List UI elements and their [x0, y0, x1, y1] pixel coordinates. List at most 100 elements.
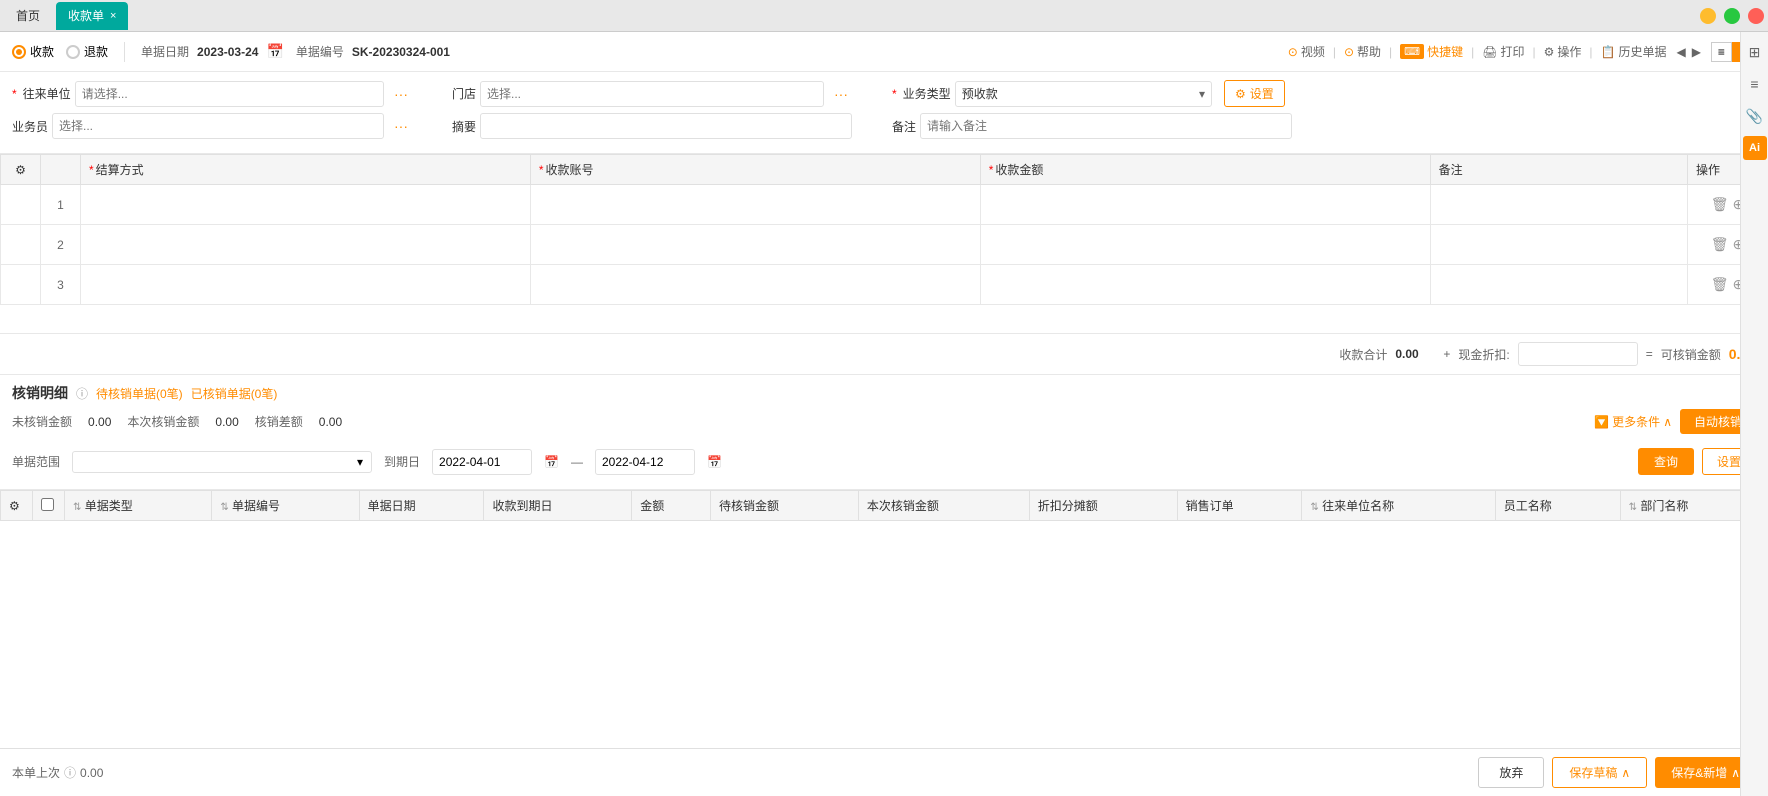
bt-col-duedate: 收款到期日	[484, 491, 632, 521]
sidebar-clip-icon[interactable]: 📎	[1743, 104, 1767, 128]
layout-list-btn[interactable]: ≡	[1711, 42, 1732, 62]
nav-prev[interactable]: ◀	[1674, 45, 1687, 59]
row-1-amount[interactable]	[980, 185, 1430, 225]
shortcut-icon: ⌨	[1400, 44, 1424, 59]
close-button[interactable]	[1748, 8, 1764, 24]
nav-next[interactable]: ▶	[1690, 45, 1703, 59]
salesperson-input[interactable]	[52, 113, 384, 139]
doc-info: 单据日期 2023-03-24 📅	[141, 43, 284, 60]
col-remark: 备注	[1430, 155, 1687, 185]
action-video[interactable]: ⊙ 视频	[1288, 43, 1325, 60]
action-shortcut[interactable]: ⌨ 快捷键	[1400, 43, 1463, 60]
bottom-info-icon[interactable]: ⓘ	[64, 764, 76, 781]
action-print-label: 打印	[1500, 43, 1524, 60]
bottom-table-section: ⚙ ⇅ 单据类型 ⇅ 单据编号 单据日期 收款到期日 金额 待核销金额 本次核销…	[0, 490, 1768, 748]
store-input[interactable]	[480, 81, 824, 107]
counterpart-more-btn[interactable]: ···	[390, 86, 412, 102]
action-help[interactable]: ⊙ 帮助	[1344, 43, 1381, 60]
query-button[interactable]: 查询	[1638, 448, 1694, 475]
salesperson-label: 业务员	[12, 118, 48, 135]
row-3-remark[interactable]	[1430, 265, 1687, 305]
range-select[interactable]: ▾	[72, 451, 372, 473]
radio-refund[interactable]: 退款	[66, 43, 108, 60]
range-arrow: ▾	[357, 455, 363, 469]
select-all-checkbox[interactable]	[41, 498, 54, 511]
abandon-button[interactable]: 放弃	[1478, 757, 1544, 788]
pending-tab[interactable]: 待核销单据(0笔)	[96, 385, 183, 402]
table-row: 1 🗑 ⊕	[1, 185, 1768, 225]
more-conditions-label: 更多条件	[1612, 413, 1660, 430]
salesperson-more-btn[interactable]: ···	[390, 118, 412, 134]
tab-home[interactable]: 首页	[4, 2, 52, 30]
settings-area: ⚙ 设置	[1224, 80, 1285, 107]
store-more-btn[interactable]: ···	[830, 86, 852, 102]
store-label: 门店	[452, 85, 476, 102]
collect-total-label: 收款合计	[1339, 346, 1387, 363]
action-operation[interactable]: ⚙ 操作	[1544, 43, 1582, 60]
toolbar-row: 收款 退款 单据日期 2023-03-24 📅 单据编号 SK-20230324…	[0, 32, 1768, 72]
row-3-account[interactable]	[530, 265, 980, 305]
tab-receipt[interactable]: 收款单 ×	[56, 2, 128, 30]
col-settle-method: *结算方式	[81, 155, 531, 185]
bt-col-docdate: 单据日期	[359, 491, 484, 521]
done-tab[interactable]: 已核销单据(0笔)	[191, 385, 278, 402]
calendar-icon-1[interactable]: 📅	[266, 43, 283, 60]
row-1-gear	[1, 185, 41, 225]
bottom-info-label: 本单上次	[12, 764, 60, 781]
table-header: ⚙ *结算方式 *收款账号 *收款金额 备注 操作	[1, 155, 1768, 185]
bt-col-discount: 折扣分摊额	[1029, 491, 1177, 521]
row-1-delete-btn[interactable]: 🗑	[1711, 196, 1729, 213]
biz-type-select[interactable]: 预收款 ▾	[955, 81, 1212, 107]
sidebar-ai-icon[interactable]: Ai	[1743, 136, 1767, 160]
nav-arrows: ◀ ▶	[1674, 45, 1702, 59]
radio-receipt[interactable]: 收款	[12, 43, 54, 60]
calendar-icon-3[interactable]: 📅	[707, 455, 722, 469]
biz-type-field: * 业务类型 预收款 ▾	[892, 81, 1212, 107]
row-3-settle[interactable]	[81, 265, 531, 305]
settings-gear-icon: ⚙	[1235, 87, 1246, 101]
sidebar-table-icon[interactable]: ⊞	[1743, 40, 1767, 64]
bottom-actions: 放弃 保存草稿 ∧ 保存&新增 ∧	[1478, 757, 1756, 788]
calendar-icon-2[interactable]: 📅	[544, 455, 559, 469]
settings-button[interactable]: ⚙ 设置	[1224, 80, 1285, 107]
summary-label: 摘要	[452, 118, 476, 135]
bt-gear-icon[interactable]: ⚙	[9, 499, 20, 513]
sidebar-list-icon[interactable]: ≡	[1743, 72, 1767, 96]
counterpart-input[interactable]	[75, 81, 384, 107]
row-1-remark[interactable]	[1430, 185, 1687, 225]
row-2-settle[interactable]	[81, 225, 531, 265]
date-to-input[interactable]	[595, 449, 695, 475]
bottom-table-header: ⚙ ⇅ 单据类型 ⇅ 单据编号 单据日期 收款到期日 金额 待核销金额 本次核销…	[1, 491, 1768, 521]
radio-refund-circle	[66, 45, 80, 59]
row-2-remark[interactable]	[1430, 225, 1687, 265]
close-tab-icon[interactable]: ×	[110, 10, 116, 22]
more-conditions-btn[interactable]: 🔽 更多条件 ∧	[1594, 413, 1672, 430]
bottom-info-value: 0.00	[80, 766, 103, 780]
writeoff-section: 核销明细 ⓘ 待核销单据(0笔) 已核销单据(0笔) 未核销金额 0.00 本次…	[0, 375, 1768, 490]
row-3-delete-btn[interactable]: 🗑	[1711, 276, 1729, 293]
row-1-num: 1	[41, 185, 81, 225]
gear-icon[interactable]: ⚙	[15, 163, 26, 177]
required-marker-biz: *	[892, 87, 897, 101]
row-2-account[interactable]	[530, 225, 980, 265]
writeoff-info-icon[interactable]: ⓘ	[76, 385, 88, 402]
table-body: 1 🗑 ⊕ 2	[1, 185, 1768, 305]
row-2-amount[interactable]	[980, 225, 1430, 265]
row-1-account[interactable]	[530, 185, 980, 225]
settings-btn-label: 设置	[1250, 85, 1274, 102]
remark-input[interactable]	[920, 113, 1292, 139]
action-print[interactable]: 🖨 打印	[1482, 43, 1524, 60]
row-1-settle[interactable]	[81, 185, 531, 225]
save-draft-button[interactable]: 保存草稿 ∧	[1552, 757, 1647, 788]
row-2-gear	[1, 225, 41, 265]
row-2-num: 2	[41, 225, 81, 265]
summary-input[interactable]	[480, 113, 852, 139]
date-from-input[interactable]	[432, 449, 532, 475]
row-2-delete-btn[interactable]: 🗑	[1711, 236, 1729, 253]
minimize-button[interactable]	[1700, 8, 1716, 24]
row-3-amount[interactable]	[980, 265, 1430, 305]
col-rownum	[41, 155, 81, 185]
action-history[interactable]: 📋 历史单据	[1600, 43, 1666, 60]
maximize-button[interactable]	[1724, 8, 1740, 24]
discount-input[interactable]	[1518, 342, 1638, 366]
